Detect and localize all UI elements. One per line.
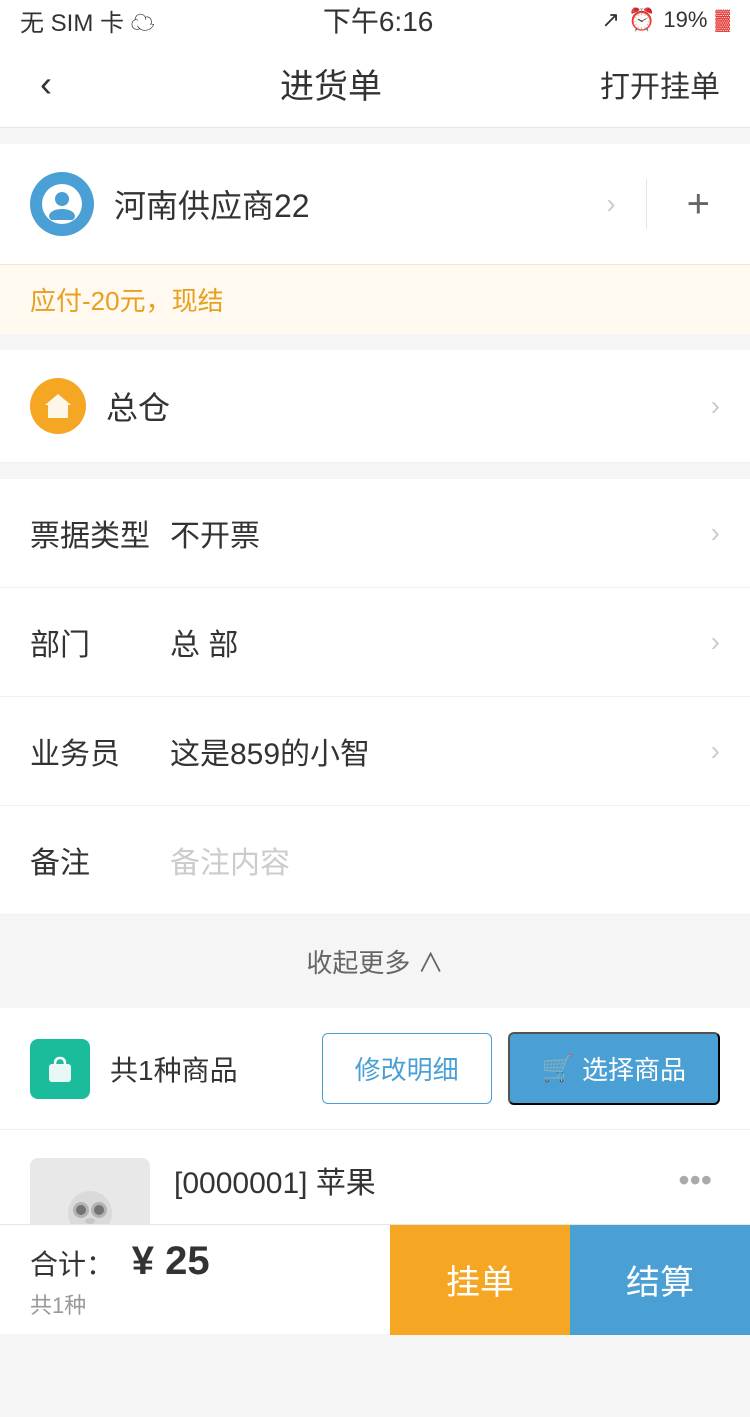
form-row-salesperson[interactable]: 业务员 这是859的小智 › (0, 697, 750, 806)
status-time: 下午6:16 (323, 0, 434, 40)
avatar-inner (42, 184, 82, 224)
total-count: 共1种 (30, 1288, 360, 1320)
product-section-icon (30, 1039, 90, 1099)
supplier-row[interactable]: 河南供应商22 › + (0, 144, 750, 264)
salesperson-value: 这是859的小智 (160, 729, 711, 773)
salesperson-label: 业务员 (30, 729, 160, 773)
product-header: 共1种商品 修改明细 🛒 选择商品 (0, 1008, 750, 1130)
location-icon: ↗ (602, 7, 620, 33)
form-row-department[interactable]: 部门 总 部 › (0, 588, 750, 697)
supplier-chevron: › (606, 188, 615, 220)
settle-button[interactable]: 结算 (570, 1225, 750, 1335)
edit-detail-button[interactable]: 修改明细 (322, 1033, 492, 1104)
collapse-label: 收起更多 ∧ (306, 943, 443, 980)
supplier-name: 河南供应商22 (114, 181, 606, 227)
battery-text: 19% (663, 7, 707, 33)
bottom-total: 合计： ¥ 25 共1种 (0, 1239, 390, 1320)
supplier-card: 河南供应商22 › + 应付-20元，现结 (0, 144, 750, 334)
supplier-right-actions: › + (606, 179, 720, 229)
total-amount: ¥ 25 (132, 1239, 210, 1283)
battery-icon: ▓ (715, 9, 730, 32)
salesperson-chevron: › (711, 735, 720, 767)
select-product-label: 选择商品 (582, 1050, 686, 1087)
product-more-button[interactable]: ••• (670, 1158, 720, 1203)
product-title-name: 苹果 (316, 1167, 376, 1200)
bottom-bar: 合计： ¥ 25 共1种 挂单 结算 (0, 1224, 750, 1334)
signal-text: 无 SIM 卡 ☁ (20, 3, 155, 38)
bag-icon (43, 1052, 77, 1086)
note-label: 备注 (30, 838, 160, 882)
notice-bar: 应付-20元，现结 (0, 264, 750, 334)
open-pending-button[interactable]: 打开挂单 (600, 62, 720, 106)
note-placeholder[interactable]: 备注内容 (160, 838, 720, 882)
page-title: 进货单 (280, 59, 382, 108)
department-value: 总 部 (160, 620, 711, 664)
department-label: 部门 (30, 620, 160, 664)
warehouse-card: 总仓 › (0, 350, 750, 463)
warehouse-chevron: › (711, 390, 720, 422)
product-code: [0000001] (174, 1167, 307, 1200)
product-count: 共1种商品 (110, 1049, 322, 1089)
product-name: [0000001] 苹果 (174, 1158, 670, 1202)
house-icon (43, 391, 73, 421)
form-row-note[interactable]: 备注 备注内容 (0, 806, 750, 915)
status-left: 无 SIM 卡 ☁ (20, 3, 155, 38)
warehouse-name: 总仓 (106, 383, 711, 429)
supplier-avatar (30, 172, 94, 236)
form-card: 票据类型 不开票 › 部门 总 部 › 业务员 这是859的小智 › 备注 备注… (0, 479, 750, 915)
divider (646, 179, 647, 229)
select-product-button[interactable]: 🛒 选择商品 (508, 1032, 720, 1105)
person-icon (46, 188, 78, 220)
nav-bar: ‹ 进货单 打开挂单 (0, 40, 750, 128)
invoice-chevron: › (711, 517, 720, 549)
back-button[interactable]: ‹ (30, 53, 62, 115)
invoice-type-label: 票据类型 (30, 511, 160, 555)
total-row: 合计： ¥ 25 (30, 1239, 360, 1284)
cart-icon: 🛒 (542, 1053, 574, 1084)
collapse-button[interactable]: 收起更多 ∧ (0, 915, 750, 1008)
form-row-invoice[interactable]: 票据类型 不开票 › (0, 479, 750, 588)
total-label: 合计： (30, 1249, 114, 1280)
warehouse-row[interactable]: 总仓 › (0, 350, 750, 463)
department-chevron: › (711, 626, 720, 658)
warehouse-icon (30, 378, 86, 434)
invoice-type-value: 不开票 (160, 511, 711, 555)
status-bar: 无 SIM 卡 ☁ 下午6:16 ↗ ⏰ 19% ▓ (0, 0, 750, 40)
alarm-icon: ⏰ (628, 7, 655, 33)
add-supplier-button[interactable]: + (677, 182, 720, 227)
pend-button[interactable]: 挂单 (390, 1225, 570, 1335)
status-right: ↗ ⏰ 19% ▓ (602, 7, 730, 33)
